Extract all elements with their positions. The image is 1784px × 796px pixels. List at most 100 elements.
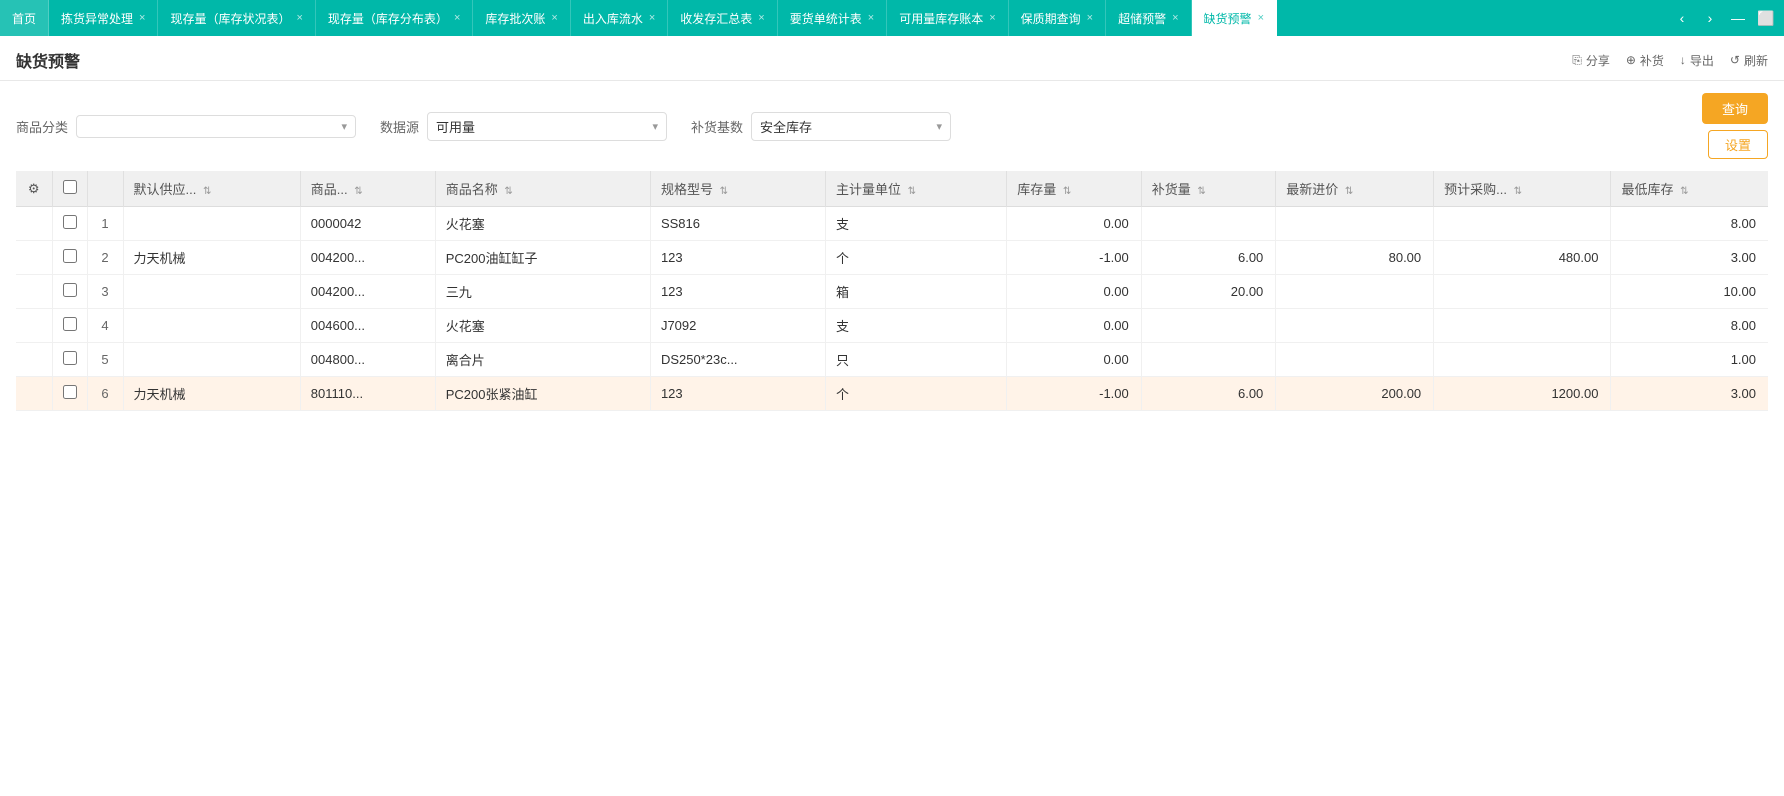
col-est-purchase[interactable]: 预计采购... ⇅ xyxy=(1434,171,1611,207)
table-row: 4 004600... 火花塞 J7092 支 0.00 8.00 xyxy=(16,309,1768,343)
col-gear[interactable]: ⚙ xyxy=(16,171,52,207)
close-tab-2-icon[interactable]: × xyxy=(296,12,302,24)
nav-prev-button[interactable]: ‹ xyxy=(1668,4,1696,32)
nav-tab-0[interactable]: 首页 xyxy=(0,0,49,36)
row-min-stock-0: 8.00 xyxy=(1611,207,1768,241)
close-tab-7-icon[interactable]: × xyxy=(868,12,874,24)
row-checkbox-0[interactable] xyxy=(52,207,87,241)
nav-tab-1[interactable]: 拣货异常处理× xyxy=(49,0,158,36)
row-est-4 xyxy=(1434,343,1611,377)
row-num-3: 4 xyxy=(87,309,123,343)
row-select-checkbox-0[interactable] xyxy=(63,215,77,229)
row-checkbox-1[interactable] xyxy=(52,241,87,275)
filter-bar-right: 查询 设置 xyxy=(1702,93,1768,159)
row-supplier-5: 力天机械 xyxy=(123,377,300,411)
col-stock-qty[interactable]: 库存量 ⇅ xyxy=(1007,171,1142,207)
nav-minimize-button[interactable]: — xyxy=(1724,4,1752,32)
row-unit-0: 支 xyxy=(826,207,1007,241)
sort-unit-icon: ⇅ xyxy=(908,186,916,197)
settings-button[interactable]: 设置 xyxy=(1708,130,1768,159)
nav-tab-5[interactable]: 出入库流水× xyxy=(571,0,668,36)
nav-tab-4[interactable]: 库存批次账× xyxy=(473,0,570,36)
select-all-checkbox[interactable] xyxy=(63,180,77,194)
row-supplier-3 xyxy=(123,309,300,343)
row-code-5: 801110... xyxy=(300,377,435,411)
nav-tab-11[interactable]: 缺货预警× xyxy=(1192,0,1277,36)
table-row: 2 力天机械 004200... PC200油缸缸子 123 个 -1.00 6… xyxy=(16,241,1768,275)
share-label: 分享 xyxy=(1586,52,1610,69)
close-tab-5-icon[interactable]: × xyxy=(649,12,655,24)
nav-tab-9[interactable]: 保质期查询× xyxy=(1009,0,1106,36)
row-gear-3 xyxy=(16,309,52,343)
replenish-button[interactable]: ⊕ 补货 xyxy=(1626,52,1664,69)
row-select-checkbox-3[interactable] xyxy=(63,317,77,331)
col-default-supplier[interactable]: 默认供应... ⇅ xyxy=(123,171,300,207)
row-stock-2: 0.00 xyxy=(1007,275,1142,309)
data-table: ⚙ 默认供应... ⇅ 商品... ⇅ 商品名称 ⇅ 规格型号 ⇅ 主计量单位 … xyxy=(16,171,1768,411)
category-chevron-icon: ▾ xyxy=(341,120,347,133)
close-tab-10-icon[interactable]: × xyxy=(1172,12,1178,24)
close-tab-6-icon[interactable]: × xyxy=(758,12,764,24)
row-min-stock-3: 8.00 xyxy=(1611,309,1768,343)
query-button[interactable]: 查询 xyxy=(1702,93,1768,124)
sort-supplier-icon: ⇅ xyxy=(203,186,211,197)
row-stock-5: -1.00 xyxy=(1007,377,1142,411)
refresh-button[interactable]: ↺ 刷新 xyxy=(1730,52,1768,69)
row-stock-3: 0.00 xyxy=(1007,309,1142,343)
row-checkbox-4[interactable] xyxy=(52,343,87,377)
header-actions: ⎘ 分享 ⊕ 补货 ↓ 导出 ↺ 刷新 xyxy=(1572,52,1768,69)
table-row: 5 004800... 离合片 DS250*23c... 只 0.00 1.00 xyxy=(16,343,1768,377)
row-est-0 xyxy=(1434,207,1611,241)
category-select[interactable]: ▾ xyxy=(76,115,356,138)
close-tab-4-icon[interactable]: × xyxy=(551,12,557,24)
row-num-2: 3 xyxy=(87,275,123,309)
col-spec[interactable]: 规格型号 ⇅ xyxy=(650,171,825,207)
share-button[interactable]: ⎘ 分享 xyxy=(1572,52,1610,69)
row-select-checkbox-4[interactable] xyxy=(63,351,77,365)
row-select-checkbox-1[interactable] xyxy=(63,249,77,263)
col-product-name[interactable]: 商品名称 ⇅ xyxy=(435,171,650,207)
nav-tab-6[interactable]: 收发存汇总表× xyxy=(668,0,777,36)
close-tab-1-icon[interactable]: × xyxy=(139,12,145,24)
replenish-base-select[interactable]: 安全库存 ▾ xyxy=(751,112,951,141)
row-est-3 xyxy=(1434,309,1611,343)
nav-tab-3[interactable]: 现存量（库存分布表）× xyxy=(316,0,473,36)
row-checkbox-5[interactable] xyxy=(52,377,87,411)
row-checkbox-2[interactable] xyxy=(52,275,87,309)
col-latest-price[interactable]: 最新进价 ⇅ xyxy=(1276,171,1434,207)
col-product-code[interactable]: 商品... ⇅ xyxy=(300,171,435,207)
nav-tab-8[interactable]: 可用量库存账本× xyxy=(887,0,1008,36)
refresh-label: 刷新 xyxy=(1744,52,1768,69)
nav-tab-10[interactable]: 超储预警× xyxy=(1106,0,1191,36)
top-nav: 首页拣货异常处理×现存量（库存状况表）×现存量（库存分布表）×库存批次账×出入库… xyxy=(0,0,1784,36)
refresh-icon: ↺ xyxy=(1730,53,1740,67)
category-filter: 商品分类 ▾ xyxy=(16,115,356,138)
row-select-checkbox-2[interactable] xyxy=(63,283,77,297)
row-num-0: 1 xyxy=(87,207,123,241)
page-content: 缺货预警 ⎘ 分享 ⊕ 补货 ↓ 导出 ↺ 刷新 商品分类 xyxy=(0,36,1784,796)
close-tab-8-icon[interactable]: × xyxy=(989,12,995,24)
row-supplier-2 xyxy=(123,275,300,309)
row-name-1: PC200油缸缸子 xyxy=(435,241,650,275)
close-tab-3-icon[interactable]: × xyxy=(454,12,460,24)
row-name-4: 离合片 xyxy=(435,343,650,377)
row-price-1: 80.00 xyxy=(1276,241,1434,275)
row-price-5: 200.00 xyxy=(1276,377,1434,411)
nav-tab-2[interactable]: 现存量（库存状况表）× xyxy=(158,0,315,36)
col-unit[interactable]: 主计量单位 ⇅ xyxy=(826,171,1007,207)
close-tab-11-icon[interactable]: × xyxy=(1258,12,1264,24)
row-checkbox-3[interactable] xyxy=(52,309,87,343)
close-tab-9-icon[interactable]: × xyxy=(1087,12,1093,24)
row-supplier-1: 力天机械 xyxy=(123,241,300,275)
col-replenish-qty[interactable]: 补货量 ⇅ xyxy=(1141,171,1276,207)
nav-next-button[interactable]: › xyxy=(1696,4,1724,32)
col-row-num xyxy=(87,171,123,207)
col-min-stock[interactable]: 最低库存 ⇅ xyxy=(1611,171,1768,207)
nav-tab-7[interactable]: 要货单统计表× xyxy=(778,0,887,36)
nav-maximize-button[interactable]: ⬜ xyxy=(1752,4,1780,32)
row-replenish-2: 20.00 xyxy=(1141,275,1276,309)
row-spec-0: SS816 xyxy=(650,207,825,241)
datasource-select[interactable]: 可用量 ▾ xyxy=(427,112,667,141)
export-button[interactable]: ↓ 导出 xyxy=(1680,52,1714,69)
row-select-checkbox-5[interactable] xyxy=(63,385,77,399)
